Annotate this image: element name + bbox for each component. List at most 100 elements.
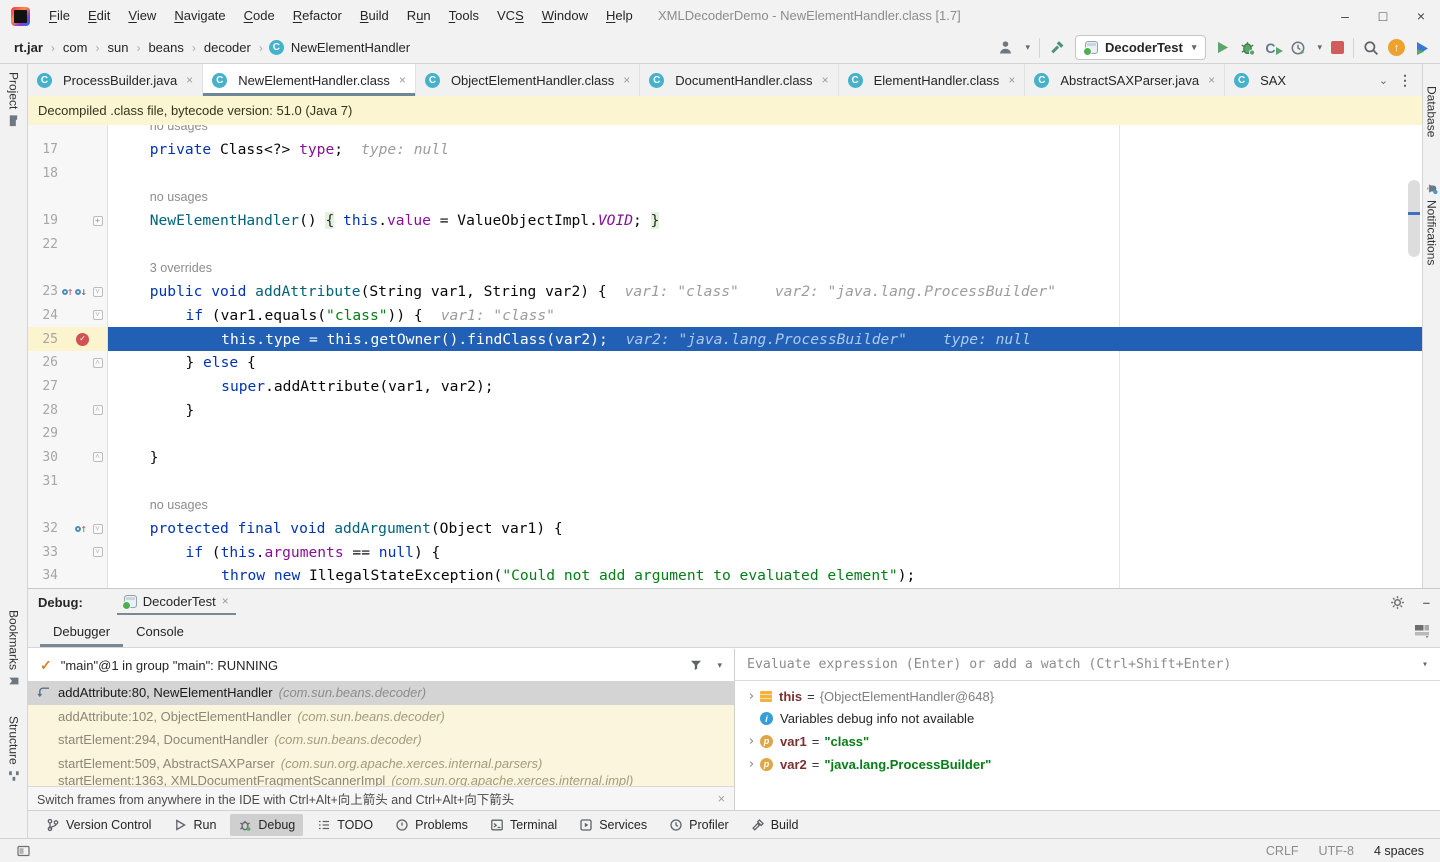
tab-console[interactable]: Console: [123, 615, 197, 647]
editor-tab[interactable]: C ObjectElementHandler.class ×: [416, 64, 641, 96]
stop-button[interactable]: [1331, 41, 1344, 54]
editor-line[interactable]: 25 ✓ this.type = this.getOwner().findClass…: [28, 327, 1422, 351]
profiler-button[interactable]: [1290, 40, 1306, 56]
stack-frame-row[interactable]: startElement:1363, XMLDocumentFragmentSc…: [28, 775, 734, 786]
fold-icon[interactable]: +: [92, 215, 103, 226]
scrollbar-thumb[interactable]: [1408, 180, 1420, 257]
toolwindow-button-profiler[interactable]: Profiler: [661, 814, 737, 836]
variable-row[interactable]: › p var1 = "class": [735, 730, 1440, 753]
thread-dropdown-icon[interactable]: ▾: [717, 660, 722, 671]
menu-refactor[interactable]: Refactor: [284, 0, 351, 32]
stack-frame-row[interactable]: addAttribute:80, NewElementHandler (com.s…: [28, 681, 734, 705]
fold-icon[interactable]: ˅: [92, 547, 103, 558]
editor-tab[interactable]: C ElementHandler.class ×: [839, 64, 1026, 96]
editor-line[interactable]: 24 ˅ if (var1.equals("class")) {var1: "cla…: [28, 303, 1422, 328]
status-item[interactable]: CRLF: [1266, 844, 1299, 858]
menu-code[interactable]: Code: [235, 0, 284, 32]
override-down-icon[interactable]: ↓: [75, 286, 87, 297]
editor-line[interactable]: 30 ˄}: [28, 445, 1422, 470]
editor-line[interactable]: no usages: [28, 493, 1422, 517]
minimize-icon[interactable]: –: [1326, 0, 1364, 32]
session-close-icon[interactable]: ×: [222, 594, 229, 608]
sidebar-item-structure[interactable]: Structure: [7, 716, 21, 782]
toolwindow-button-services[interactable]: Services: [571, 814, 655, 836]
layout-settings-icon[interactable]: [1414, 623, 1430, 638]
editor-tab[interactable]: C AbstractSAXParser.java ×: [1025, 64, 1226, 96]
editor-tab[interactable]: C SAXP: [1225, 64, 1287, 96]
breadcrumb-item[interactable]: sun: [105, 40, 130, 55]
toolwindow-button-todo[interactable]: TODO: [309, 814, 381, 836]
evaluate-history-icon[interactable]: ▾: [1422, 659, 1428, 670]
editor-line[interactable]: 29: [28, 421, 1422, 446]
toolwindow-button-build[interactable]: Build: [743, 814, 807, 836]
variable-row[interactable]: › p var2 = "java.lang.ProcessBuilder": [735, 753, 1440, 776]
expand-chevron-icon[interactable]: ›: [743, 757, 760, 772]
inlay-hint[interactable]: no usages: [150, 125, 208, 133]
code-editor[interactable]: no usages 17 private Class<?> type; type: n…: [28, 125, 1422, 588]
user-icon[interactable]: [997, 39, 1014, 56]
editor-scrollbar[interactable]: [1406, 125, 1422, 588]
menu-vcs[interactable]: VCS: [488, 0, 533, 32]
menu-navigate[interactable]: Navigate: [165, 0, 234, 32]
close-icon[interactable]: ×: [1402, 0, 1440, 32]
inlay-hint[interactable]: 3 overrides: [150, 261, 212, 275]
stack-frame-row[interactable]: startElement:294, DocumentHandler (com.su…: [28, 728, 734, 752]
toolwindow-button-terminal[interactable]: Terminal: [482, 814, 565, 836]
menu-edit[interactable]: Edit: [79, 0, 119, 32]
breadcrumb-item[interactable]: NewElementHandler: [289, 40, 412, 55]
run-button[interactable]: [1215, 40, 1230, 55]
editor-line[interactable]: 27 super .addAttribute(var1, var2);: [28, 374, 1422, 399]
tab-close-icon[interactable]: ×: [1008, 73, 1015, 87]
sidebar-item-database[interactable]: Database: [1425, 86, 1439, 137]
debug-session-tab[interactable]: DecoderTest ×: [116, 589, 236, 615]
more-options-icon[interactable]: ⋮: [1398, 72, 1412, 89]
sidebar-item-bookmarks[interactable]: Bookmarks: [7, 610, 21, 687]
fold-icon[interactable]: ˅: [92, 310, 103, 321]
inlay-hint[interactable]: no usages: [150, 498, 208, 512]
fold-icon[interactable]: ˄: [92, 357, 103, 368]
override-up-icon[interactable]: ↑: [75, 523, 87, 534]
editor-line[interactable]: 31: [28, 469, 1422, 493]
breadcrumb-item[interactable]: beans: [146, 40, 185, 55]
fold-icon[interactable]: ˅: [92, 286, 103, 297]
coverage-button[interactable]: C: [1265, 40, 1284, 56]
expand-chevron-icon[interactable]: ›: [743, 734, 760, 749]
inlay-hint[interactable]: no usages: [150, 190, 208, 204]
toolwindow-button-version-control[interactable]: Version Control: [38, 814, 159, 836]
toolwindow-button-run[interactable]: Run: [165, 814, 224, 836]
hint-close-icon[interactable]: ×: [718, 792, 725, 806]
tab-close-icon[interactable]: ×: [186, 73, 193, 87]
menu-run[interactable]: Run: [398, 0, 440, 32]
editor-line[interactable]: no usages: [28, 125, 1422, 138]
build-hammer-icon[interactable]: [1049, 39, 1066, 56]
stack-frame-row[interactable]: addAttribute:102, ObjectElementHandler (c…: [28, 704, 734, 728]
breadcrumb-item[interactable]: rt.jar: [12, 40, 45, 55]
menu-window[interactable]: Window: [533, 0, 597, 32]
status-item-indent[interactable]: 4 spaces: [1374, 844, 1424, 858]
tab-close-icon[interactable]: ×: [623, 73, 630, 87]
menu-help[interactable]: Help: [597, 0, 642, 32]
fold-icon[interactable]: ˅: [92, 523, 103, 534]
user-dropdown-icon[interactable]: ▾: [1025, 42, 1030, 53]
editor-tab[interactable]: C NewElementHandler.class ×: [203, 64, 416, 96]
editor-line[interactable]: 19 + NewElementHandler() { this. value = Va…: [28, 208, 1422, 233]
run-configuration-select[interactable]: DecoderTest ▾: [1075, 35, 1207, 60]
editor-tab[interactable]: C ProcessBuilder.java ×: [28, 64, 204, 96]
menu-view[interactable]: View: [119, 0, 165, 32]
toolwindow-button-problems[interactable]: Problems: [387, 814, 476, 836]
tab-close-icon[interactable]: ×: [1208, 73, 1215, 87]
hide-tool-window-icon[interactable]: –: [1423, 595, 1430, 610]
editor-line[interactable]: 23 ↑ ↓ ˅ public void addAttribute (String var…: [28, 279, 1422, 304]
update-project-icon[interactable]: ↑: [1388, 39, 1405, 56]
tab-debugger[interactable]: Debugger: [40, 615, 123, 647]
search-everywhere-icon[interactable]: [1363, 40, 1379, 56]
tool-window-switcher-icon[interactable]: [16, 844, 31, 858]
override-up-icon[interactable]: ↑: [61, 286, 73, 297]
fold-icon[interactable]: ˄: [92, 452, 103, 463]
variable-row[interactable]: › this = {ObjectElementHandler@648}: [735, 685, 1440, 708]
sidebar-item-notifications[interactable]: Notifications: [1425, 182, 1439, 265]
debug-button[interactable]: [1239, 39, 1256, 56]
toolwindow-button-debug[interactable]: Debug: [230, 813, 304, 836]
editor-line[interactable]: 3 overrides: [28, 256, 1422, 280]
menu-build[interactable]: Build: [351, 0, 398, 32]
